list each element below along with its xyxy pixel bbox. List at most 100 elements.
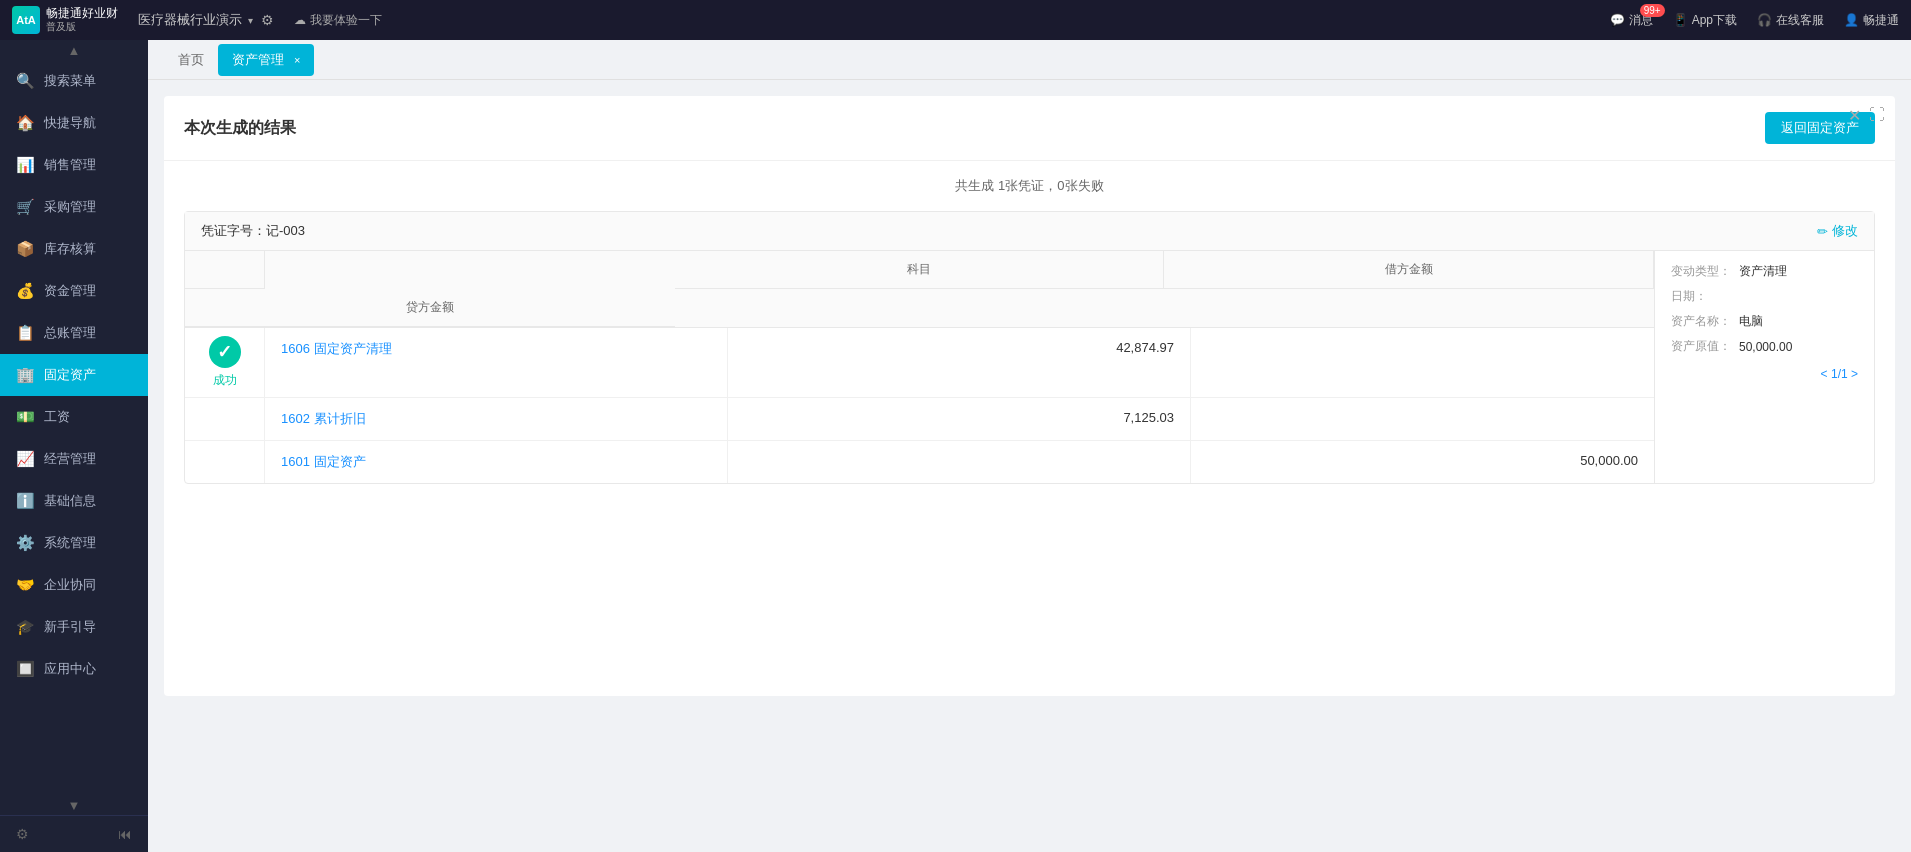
avatar-icon: 👤 [1844,13,1859,27]
main-layout: ▲ 🔍 搜索菜单 🏠 快捷导航 📊 销售管理 🛒 采购管理 📦 库存核算 [0,40,1911,852]
edit-button[interactable]: ✏ 修改 [1817,222,1858,240]
sidebar-label-purchase: 采购管理 [44,198,96,216]
app-download-label: App下载 [1692,12,1737,29]
sidebar-label-operation: 经营管理 [44,450,96,468]
subject-cell-2[interactable]: 1602 累计折旧 [265,398,728,440]
headset-icon: 🎧 [1757,13,1772,27]
asset-value-value: 50,000.00 [1739,340,1792,354]
sidebar-scroll-down[interactable]: ▼ [0,795,148,815]
sidebar-label-enterprise: 企业协同 [44,576,96,594]
page-content: ✕ ⛶ 本次生成的结果 返回固定资产 共生成 1张凭证，0张失败 凭证字号：记-… [148,80,1911,852]
edit-label: 修改 [1832,222,1858,240]
change-type-value: 资产清理 [1739,263,1787,280]
col-header-debit: 借方金额 [1164,251,1654,289]
download-icon: 📱 [1673,13,1688,27]
subject-cell-1[interactable]: 1606 固定资产清理 [265,328,728,397]
success-indicator: ✓ 成功 [185,328,265,397]
sidebar-collapse-icon[interactable]: ⏮ [118,826,132,842]
sidebar-label-finance: 资金管理 [44,282,96,300]
content-area: 首页 资产管理 × ✕ ⛶ 本次生成的结果 返回固定资产 [148,40,1911,852]
app-logo: AtA 畅捷通好业财 普及版 [12,6,118,34]
sidebar-item-search[interactable]: 🔍 搜索菜单 [0,60,148,102]
credit-cell-1 [1191,328,1654,397]
panel-close-icon[interactable]: ✕ [1848,106,1861,125]
sidebar-label-basic: 基础信息 [44,492,96,510]
voucher-body: 科目 借方金额 贷方金额 ✓ 成功 [185,251,1874,483]
tab-home[interactable]: 首页 [164,44,218,76]
message-button[interactable]: 💬 消息 99+ [1610,12,1653,29]
purchase-icon: 🛒 [16,198,34,216]
experience-btn[interactable]: ☁ 我要体验一下 [294,12,382,29]
voucher-side-panel: 变动类型： 资产清理 日期： 资产名称： 电脑 [1654,251,1874,483]
next-page-icon[interactable]: > [1851,367,1858,381]
table-row: 1602 累计折旧 7,125.03 [185,398,1654,441]
logo-text: 畅捷通好业财 [46,6,118,20]
sidebar-item-nav[interactable]: 🏠 快捷导航 [0,102,148,144]
sidebar-item-salary[interactable]: 💵 工资 [0,396,148,438]
sidebar-label-search: 搜索菜单 [44,72,96,90]
salary-icon: 💵 [16,408,34,426]
asset-name-value: 电脑 [1739,313,1763,330]
user-name: 畅捷通 [1863,12,1899,29]
edit-icon: ✏ [1817,224,1828,239]
sidebar-item-operation[interactable]: 📈 经营管理 [0,438,148,480]
panel-expand-icon[interactable]: ⛶ [1869,106,1885,125]
home-icon: 🏠 [16,114,34,132]
table-row: 1601 固定资产 50,000.00 [185,441,1654,483]
date-row: 日期： [1671,288,1858,305]
panel-controls: ✕ ⛶ [1848,106,1885,125]
voucher-number: 凭证字号：记-003 [201,222,305,240]
change-type-label: 变动类型： [1671,263,1731,280]
asset-value-label: 资产原值： [1671,338,1731,355]
sidebar-label-system: 系统管理 [44,534,96,552]
sidebar-label-guide: 新手引导 [44,618,96,636]
logo-sub: 普及版 [46,20,118,34]
subject-cell-3[interactable]: 1601 固定资产 [265,441,728,483]
sidebar-item-sales[interactable]: 📊 销售管理 [0,144,148,186]
sidebar-label-ledger: 总账管理 [44,324,96,342]
app-download-button[interactable]: 📱 App下载 [1673,12,1737,29]
sidebar-item-fixed-assets[interactable]: 🏢 固定资产 [0,354,148,396]
tab-asset-management[interactable]: 资产管理 × [218,44,314,76]
asset-name-row: 资产名称： 电脑 [1671,313,1858,330]
experience-label: 我要体验一下 [310,12,382,29]
page-number: 1/1 [1831,367,1851,381]
ledger-icon: 📋 [16,324,34,342]
company-selector[interactable]: 医疗器械行业演示 ▾ [138,11,253,29]
user-profile-button[interactable]: 👤 畅捷通 [1844,12,1899,29]
voucher-section: 凭证字号：记-003 ✏ 修改 [184,211,1875,484]
sidebar-label-fixed-assets: 固定资产 [44,366,96,384]
sidebar-item-inventory[interactable]: 📦 库存核算 [0,228,148,270]
settings-icon[interactable]: ⚙ [261,12,274,28]
search-icon: 🔍 [16,72,34,90]
sidebar-item-finance[interactable]: 💰 资金管理 [0,270,148,312]
sidebar-label-nav: 快捷导航 [44,114,96,132]
sidebar-item-basic[interactable]: ℹ️ 基础信息 [0,480,148,522]
sidebar-item-app-center[interactable]: 🔲 应用中心 [0,648,148,690]
summary-bar: 共生成 1张凭证，0张失败 [164,161,1895,211]
debit-cell-1: 42,874.97 [728,328,1191,397]
sidebar-gear-icon[interactable]: ⚙ [16,826,29,842]
sidebar-item-ledger[interactable]: 📋 总账管理 [0,312,148,354]
sidebar-item-guide[interactable]: 🎓 新手引导 [0,606,148,648]
tab-asset-management-label: 资产管理 [232,51,284,69]
sidebar-scroll-up[interactable]: ▲ [0,40,148,60]
summary-text: 共生成 1张凭证，0张失败 [955,178,1103,193]
message-icon: 💬 [1610,13,1625,27]
sidebar-label-salary: 工资 [44,408,70,426]
col-header-subject: 科目 [675,251,1165,289]
finance-icon: 💰 [16,282,34,300]
sidebar-item-enterprise[interactable]: 🤝 企业协同 [0,564,148,606]
table-row: ✓ 成功 1606 固定资产清理 42,874.97 [185,328,1654,398]
prev-page-icon[interactable]: < [1821,367,1828,381]
debit-cell-3 [728,441,1191,483]
sidebar-item-purchase[interactable]: 🛒 采购管理 [0,186,148,228]
page-title: 本次生成的结果 [184,118,296,139]
sidebar-item-system[interactable]: ⚙️ 系统管理 [0,522,148,564]
tab-close-icon[interactable]: × [294,54,300,66]
sidebar-label-app-center: 应用中心 [44,660,96,678]
top-bar: AtA 畅捷通好业财 普及版 医疗器械行业演示 ▾ ⚙ ☁ 我要体验一下 💬 消… [0,0,1911,40]
online-support-button[interactable]: 🎧 在线客服 [1757,12,1824,29]
sidebar-bottom: ⚙ ⏮ [0,815,148,852]
sidebar: ▲ 🔍 搜索菜单 🏠 快捷导航 📊 销售管理 🛒 采购管理 📦 库存核算 [0,40,148,852]
